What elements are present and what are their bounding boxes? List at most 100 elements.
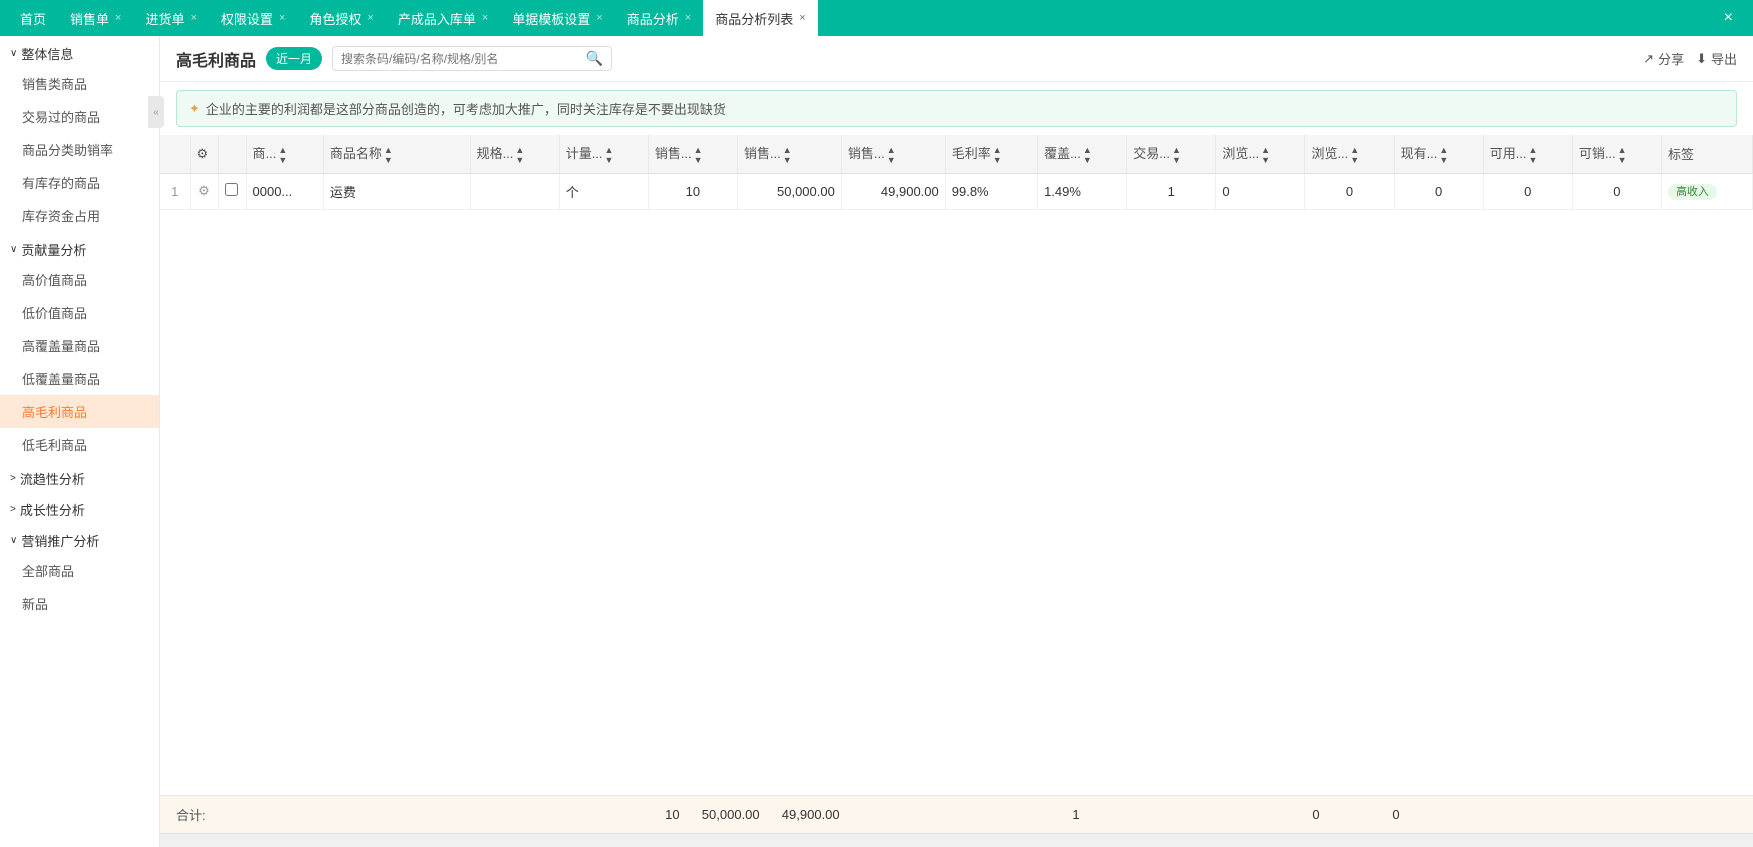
window-close-button[interactable]: ×	[1712, 9, 1745, 27]
nav-item-角色授权[interactable]: 角色授权×	[297, 0, 385, 36]
sidebar-item-高价值商品[interactable]: 高价值商品	[0, 263, 159, 296]
cell-availableStock: 0	[1483, 173, 1572, 209]
sort-icon[interactable]: ▲▼	[1083, 145, 1092, 165]
sidebar-group-贡献量分析[interactable]: ∨贡献量分析	[0, 232, 159, 263]
sidebar-collapse-button[interactable]: «	[148, 96, 164, 128]
share-button[interactable]: ↗ 分享	[1643, 49, 1684, 68]
sidebar-item-销售类商品[interactable]: 销售类商品	[0, 67, 159, 100]
nav-close-icon[interactable]: ×	[115, 12, 121, 24]
col-header-browse1[interactable]: 浏览...▲▼	[1216, 135, 1305, 173]
export-button[interactable]: ⬇ 导出	[1696, 49, 1737, 68]
cell-salesProfit: 49,900.00	[841, 173, 945, 209]
chevron-down-icon: ∨	[10, 244, 17, 255]
col-header-salesAmt[interactable]: 销售...▲▼	[737, 135, 841, 173]
nav-item-商品分析列表[interactable]: 商品分析列表×	[703, 0, 817, 36]
col-header-grossRate[interactable]: 毛利率▲▼	[945, 135, 1037, 173]
col-header-currentStock[interactable]: 现有...▲▼	[1394, 135, 1483, 173]
sort-icon[interactable]: ▲▼	[1618, 145, 1627, 165]
sidebar-item-有库存的商品[interactable]: 有库存的商品	[0, 166, 159, 199]
sort-icon[interactable]: ▲▼	[1350, 145, 1359, 165]
group-label: 成长性分析	[20, 500, 85, 519]
col-header-unit[interactable]: 计量...▲▼	[559, 135, 648, 173]
nav-item-单据模板设置[interactable]: 单据模板设置×	[500, 0, 614, 36]
cell-currentStock: 0	[1394, 173, 1483, 209]
col-header-salesProfit[interactable]: 销售...▲▼	[841, 135, 945, 173]
footer-salesAmt: 50,000.00	[686, 807, 766, 822]
nav-close-icon[interactable]: ×	[596, 12, 602, 24]
period-button[interactable]: 近一月	[266, 47, 322, 70]
sort-icon[interactable]: ▲▼	[783, 145, 792, 165]
nav-close-icon[interactable]: ×	[190, 12, 196, 24]
sidebar-group-成长性分析[interactable]: >成长性分析	[0, 492, 159, 523]
sidebar-item-商品分类助销率[interactable]: 商品分类助销率	[0, 133, 159, 166]
col-header-saleableStock[interactable]: 可销...▲▼	[1572, 135, 1661, 173]
nav-close-icon[interactable]: ×	[279, 12, 285, 24]
nav-close-icon[interactable]: ×	[799, 12, 805, 24]
nav-item-产成品入库单[interactable]: 产成品入库单×	[386, 0, 500, 36]
page-title: 高毛利商品	[176, 47, 256, 71]
sort-icon[interactable]: ▲▼	[605, 145, 614, 165]
sort-icon[interactable]: ▲▼	[278, 145, 287, 165]
col-header-code[interactable]: 商...▲▼	[246, 135, 323, 173]
sort-icon[interactable]: ▲▼	[1529, 145, 1538, 165]
col-header-coverage[interactable]: 覆盖...▲▼	[1038, 135, 1127, 173]
sort-icon[interactable]: ▲▼	[887, 145, 896, 165]
sort-icon[interactable]: ▲▼	[993, 145, 1002, 165]
bottom-scrollbar[interactable]	[160, 833, 1753, 847]
nav-close-icon[interactable]: ×	[685, 12, 691, 24]
sidebar-item-库存资金占用[interactable]: 库存资金占用	[0, 199, 159, 232]
sidebar-item-全部商品[interactable]: 全部商品	[0, 554, 159, 587]
sort-icon[interactable]: ▲▼	[1261, 145, 1270, 165]
sidebar-group-整体信息[interactable]: ∨整体信息	[0, 36, 159, 67]
col-header-salesQty[interactable]: 销售...▲▼	[648, 135, 737, 173]
sidebar-item-低覆盖量商品[interactable]: 低覆盖量商品	[0, 362, 159, 395]
sort-icon[interactable]: ▲▼	[515, 145, 524, 165]
cell-checkbox[interactable]	[218, 173, 246, 209]
sort-icon[interactable]: ▲▼	[1172, 145, 1181, 165]
nav-item-商品分析[interactable]: 商品分析×	[615, 0, 703, 36]
group-label: 流趋性分析	[20, 469, 85, 488]
col-header-tradeCount[interactable]: 交易...▲▼	[1127, 135, 1216, 173]
sidebar-item-交易过的商品[interactable]: 交易过的商品	[0, 100, 159, 133]
cell-spec	[470, 173, 559, 209]
col-header-browse2[interactable]: 浏览...▲▼	[1305, 135, 1394, 173]
footer-salesProfit: 49,900.00	[766, 807, 846, 822]
search-box: 🔍	[332, 46, 612, 71]
sort-icon[interactable]: ▲▼	[1439, 145, 1448, 165]
row-number: 1	[160, 173, 190, 209]
col-header-checkbox	[218, 135, 246, 173]
share-icon: ↗	[1643, 51, 1654, 67]
row-checkbox[interactable]	[225, 183, 238, 196]
footer-tradeCount: 1	[1006, 807, 1086, 822]
nav-close-icon[interactable]: ×	[367, 12, 373, 24]
info-icon: ✦	[189, 101, 200, 117]
browse1-link[interactable]: 0	[1222, 184, 1229, 199]
search-icon[interactable]: 🔍	[586, 50, 603, 67]
footer-availableStock: 0	[1326, 807, 1406, 822]
nav-item-销售单[interactable]: 销售单×	[58, 0, 133, 36]
sidebar-item-高毛利商品[interactable]: 高毛利商品	[0, 395, 159, 428]
sidebar-group-营销推广分析[interactable]: ∨营销推广分析	[0, 523, 159, 554]
col-header-name[interactable]: 商品名称▲▼	[323, 135, 470, 173]
sidebar-item-低毛利商品[interactable]: 低毛利商品	[0, 428, 159, 461]
sort-icon[interactable]: ▲▼	[384, 145, 393, 165]
sidebar-item-高覆盖量商品[interactable]: 高覆盖量商品	[0, 329, 159, 362]
cell-settings[interactable]: ⚙	[190, 173, 218, 209]
top-navigation: 首页销售单×进货单×权限设置×角色授权×产成品入库单×单据模板设置×商品分析×商…	[0, 0, 1753, 36]
cell-browse1[interactable]: 0	[1216, 173, 1305, 209]
sidebar-item-新品[interactable]: 新品	[0, 587, 159, 620]
sidebar-group-流趋性分析[interactable]: >流趋性分析	[0, 461, 159, 492]
col-header-spec[interactable]: 规格...▲▼	[470, 135, 559, 173]
sort-icon[interactable]: ▲▼	[694, 145, 703, 165]
cell-name: 运费	[323, 173, 470, 209]
col-header-availableStock[interactable]: 可用...▲▼	[1483, 135, 1572, 173]
nav-close-icon[interactable]: ×	[482, 12, 488, 24]
nav-item-权限设置[interactable]: 权限设置×	[209, 0, 297, 36]
cell-coverage: 1.49%	[1038, 173, 1127, 209]
nav-item-首页[interactable]: 首页	[8, 0, 58, 36]
sidebar: ∨整体信息销售类商品交易过的商品商品分类助销率有库存的商品库存资金占用∨贡献量分…	[0, 36, 160, 847]
nav-item-进货单[interactable]: 进货单×	[133, 0, 208, 36]
search-input[interactable]	[341, 52, 586, 66]
sidebar-item-低价值商品[interactable]: 低价值商品	[0, 296, 159, 329]
table-row[interactable]: 1⚙0000...运费个1050,000.0049,900.0099.8%1.4…	[160, 173, 1753, 209]
